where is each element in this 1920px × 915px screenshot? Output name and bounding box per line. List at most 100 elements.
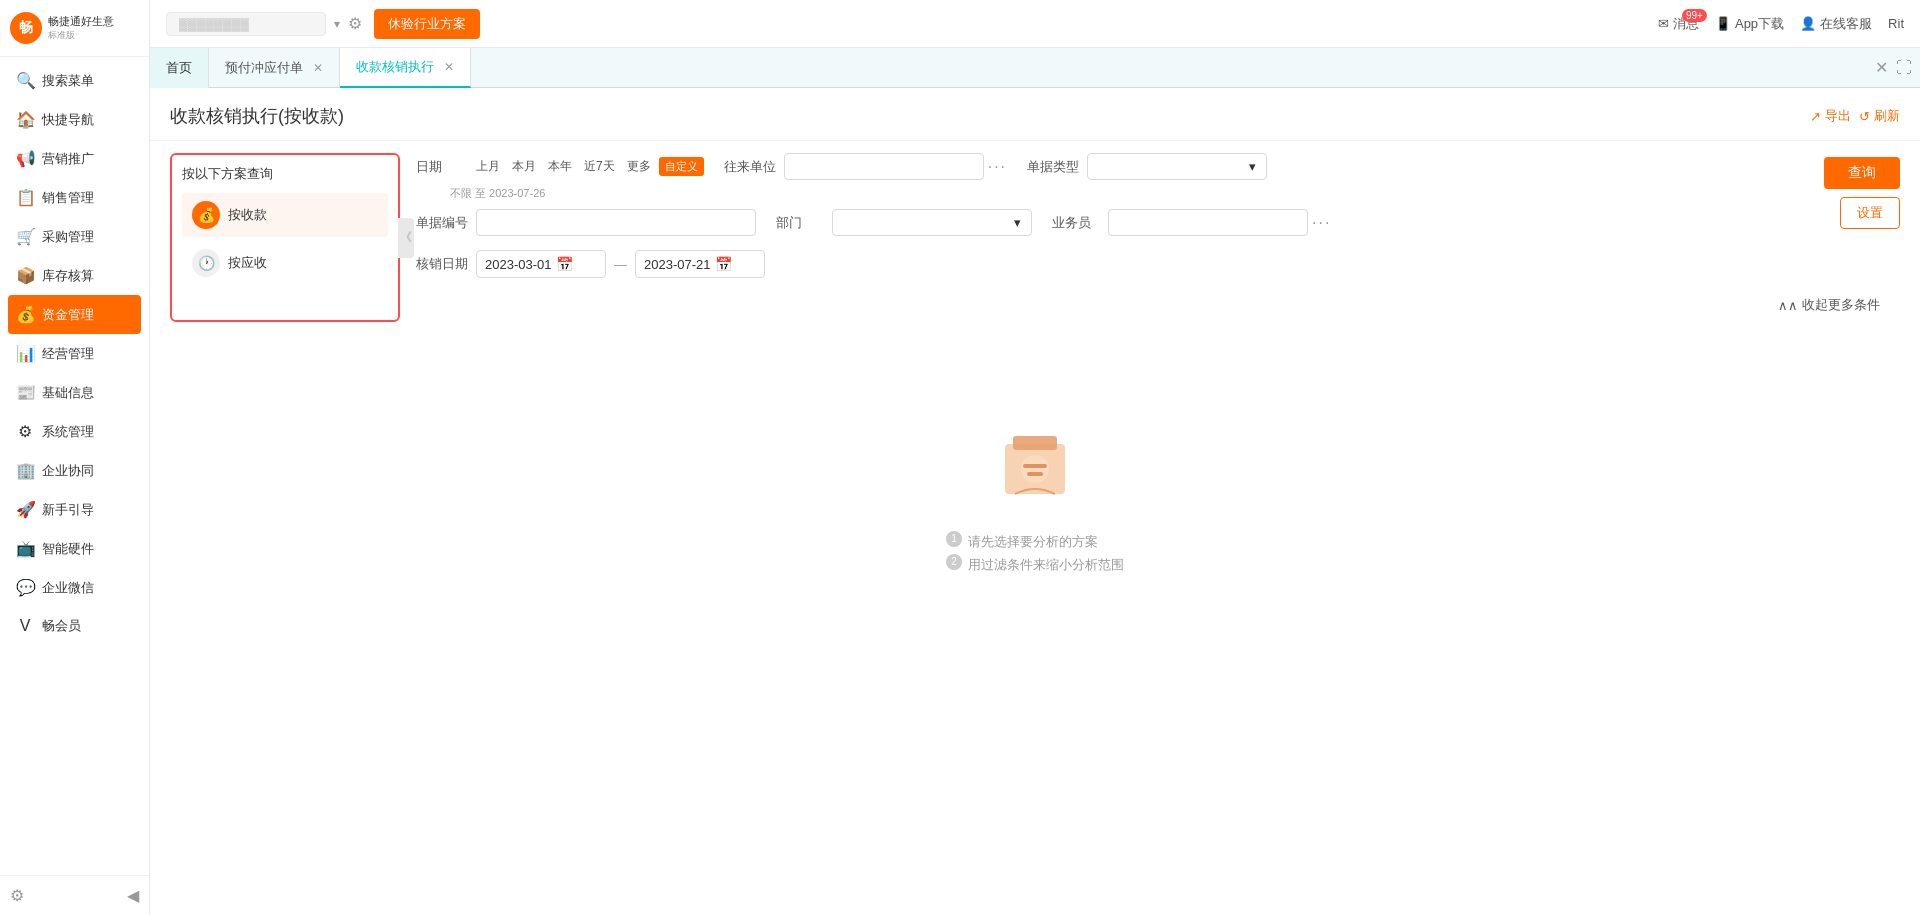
collapse-more-button[interactable]: ∧∧ 收起更多条件 — [1778, 296, 1880, 314]
filter-verify-start-date[interactable]: 2023-03-01 📅 — [476, 250, 606, 278]
date-btn-this-month[interactable]: 本月 — [508, 156, 540, 177]
filter-docno-input[interactable] — [476, 209, 756, 236]
collapse-sidebar-icon[interactable]: ◀ — [127, 886, 139, 905]
filter-staff-input[interactable] — [1108, 209, 1308, 236]
tab-prepay[interactable]: 预付冲应付单 ✕ — [209, 48, 340, 88]
finance-icon: 💰 — [16, 305, 34, 324]
verify-end-date-value: 2023-07-21 — [644, 257, 711, 272]
filter-doctype-select[interactable]: ▾ — [1087, 153, 1267, 180]
filter-customer-label: 往来单位 — [724, 158, 776, 176]
refresh-button[interactable]: ↺ 刷新 — [1859, 107, 1900, 125]
tab-prepay-close[interactable]: ✕ — [313, 61, 323, 75]
message-button[interactable]: ✉ 消息 99+ — [1658, 15, 1699, 33]
empty-illustration — [985, 414, 1085, 514]
page-header: 收款核销执行(按收款) ↗ 导出 ↺ 刷新 — [150, 88, 1920, 141]
page-content: 收款核销执行(按收款) ↗ 导出 ↺ 刷新 按以下方案查询 💰 按收款 — [150, 88, 1920, 915]
sidebar-item-system[interactable]: ⚙ 系统管理 — [0, 412, 149, 451]
verify-end-calendar-icon: 📅 — [715, 256, 732, 272]
user-info[interactable]: Rit — [1888, 16, 1904, 31]
purchase-icon: 🛒 — [16, 227, 34, 246]
basic-icon: 📰 — [16, 383, 34, 402]
tab-receipt-label: 收款核销执行 — [356, 58, 434, 76]
sidebar-label-purchase: 采购管理 — [42, 228, 94, 246]
page-actions: ↗ 导出 ↺ 刷新 — [1810, 107, 1900, 125]
date-btn-this-year[interactable]: 本年 — [544, 156, 576, 177]
date-btn-7days[interactable]: 近7天 — [580, 156, 619, 177]
verify-start-calendar-icon: 📅 — [556, 256, 573, 272]
header-gear-icon[interactable]: ⚙ — [348, 14, 362, 33]
filter-panel-collapse[interactable]: 《 — [398, 218, 414, 258]
shortcuts-icon: 🏠 — [16, 110, 34, 129]
date-btn-last-month[interactable]: 上月 — [472, 156, 504, 177]
filter-option-receipt[interactable]: 💰 按收款 — [182, 193, 388, 237]
logo-text-area: 畅捷通好生意 标准版 — [48, 14, 114, 41]
filter-date-label: 日期 — [416, 158, 464, 176]
tab-actions: ✕ ⛶ — [1875, 58, 1920, 77]
tab-prepay-label: 预付冲应付单 — [225, 59, 303, 77]
filter-area: 按以下方案查询 💰 按收款 🕐 按应收 《 — [150, 141, 1920, 334]
tab-receipt[interactable]: 收款核销执行 ✕ — [340, 48, 471, 88]
page-title: 收款核销执行(按收款) — [170, 104, 344, 128]
empty-state: 1 请先选择要分析的方案 2 用过滤条件来缩小分析范围 — [150, 334, 1920, 657]
tab-home[interactable]: 首页 — [150, 48, 209, 88]
sidebar-label-operation: 经营管理 — [42, 345, 94, 363]
filter-receivable-label: 按应收 — [228, 254, 267, 272]
app-download-button[interactable]: 📱 App下载 — [1715, 15, 1784, 33]
filter-doctype-label: 单据类型 — [1027, 158, 1079, 176]
sidebar-item-shortcuts[interactable]: 🏠 快捷导航 — [0, 100, 149, 139]
online-service-button[interactable]: 👤 在线客服 — [1800, 15, 1872, 33]
sidebar-item-marketing[interactable]: 📢 营销推广 — [0, 139, 149, 178]
header-search-box[interactable]: ▓▓▓▓▓▓▓▓ — [166, 12, 326, 36]
sidebar-label-inventory: 库存核算 — [42, 267, 94, 285]
svg-point-2 — [1021, 455, 1049, 483]
date-btn-custom[interactable]: 自定义 — [659, 157, 704, 176]
query-button[interactable]: 查询 — [1824, 157, 1900, 189]
filter-docno-label: 单据编号 — [416, 214, 468, 232]
tab-maximize-icon[interactable]: ⛶ — [1896, 59, 1912, 77]
sidebar-label-guide: 新手引导 — [42, 501, 94, 519]
tab-close-all-icon[interactable]: ✕ — [1875, 58, 1888, 77]
filter-action-buttons: 查询 设置 — [1824, 153, 1900, 229]
guide-icon: 🚀 — [16, 500, 34, 519]
sidebar-item-finance[interactable]: 💰 资金管理 — [8, 295, 141, 334]
sidebar-item-guide[interactable]: 🚀 新手引导 — [0, 490, 149, 529]
filter-receipt-label: 按收款 — [228, 206, 267, 224]
sales-icon: 📋 — [16, 188, 34, 207]
user-name-label: Rit — [1888, 16, 1904, 31]
sidebar-item-basic[interactable]: 📰 基础信息 — [0, 373, 149, 412]
date-btn-more[interactable]: 更多 — [623, 156, 655, 177]
sidebar-item-purchase[interactable]: 🛒 采购管理 — [0, 217, 149, 256]
sidebar-menu: 🔍 搜索菜单 🏠 快捷导航 📢 营销推广 📋 销售管理 🛒 采购管理 📦 库存核… — [0, 57, 149, 875]
filter-dept-select[interactable]: ▾ — [832, 209, 1032, 236]
header-dropdown-icon[interactable]: ▾ — [334, 17, 340, 31]
search-icon: 🔍 — [16, 71, 34, 90]
staff-dots-icon[interactable]: ··· — [1312, 214, 1331, 232]
collapse-more-area: ∧∧ 收起更多条件 — [416, 292, 1900, 322]
filter-customer-input[interactable] — [784, 153, 984, 180]
sidebar-label-system: 系统管理 — [42, 423, 94, 441]
sidebar-item-operation[interactable]: 📊 经营管理 — [0, 334, 149, 373]
filter-fields-row1: 日期 上月 本月 本年 近7天 更多 自定义 — [416, 153, 1804, 180]
filter-customer-input-area: ··· — [784, 153, 1007, 180]
filter-option-receivable[interactable]: 🕐 按应收 — [182, 241, 388, 285]
sidebar-item-hardware[interactable]: 📺 智能硬件 — [0, 529, 149, 568]
sidebar-item-inventory[interactable]: 📦 库存核算 — [0, 256, 149, 295]
sidebar-label-shortcuts: 快捷导航 — [42, 111, 94, 129]
sidebar-item-search[interactable]: 🔍 搜索菜单 — [0, 61, 149, 100]
main-area: ▓▓▓▓▓▓▓▓ ▾ ⚙ 休验行业方案 ✉ 消息 99+ 📱 App下载 👤 在… — [150, 0, 1920, 915]
settings-icon[interactable]: ⚙ — [10, 886, 24, 905]
sidebar-item-corp[interactable]: 🏢 企业协同 — [0, 451, 149, 490]
customer-dots-icon[interactable]: ··· — [988, 158, 1007, 176]
app-icon: 📱 — [1715, 16, 1731, 31]
filter-row-1: 日期 上月 本月 本年 近7天 更多 自定义 — [416, 153, 1900, 292]
export-button[interactable]: ↗ 导出 — [1810, 107, 1851, 125]
sidebar-item-sales[interactable]: 📋 销售管理 — [0, 178, 149, 217]
sidebar-item-wechat[interactable]: 💬 企业微信 — [0, 568, 149, 607]
filter-verify-end-date[interactable]: 2023-07-21 📅 — [635, 250, 765, 278]
solution-button[interactable]: 休验行业方案 — [374, 9, 480, 39]
tab-receipt-close[interactable]: ✕ — [444, 60, 454, 74]
message-icon: ✉ — [1658, 16, 1669, 31]
sidebar-item-vip[interactable]: V 畅会员 — [0, 607, 149, 645]
setting-button[interactable]: 设置 — [1840, 197, 1900, 229]
export-icon: ↗ — [1810, 109, 1821, 124]
